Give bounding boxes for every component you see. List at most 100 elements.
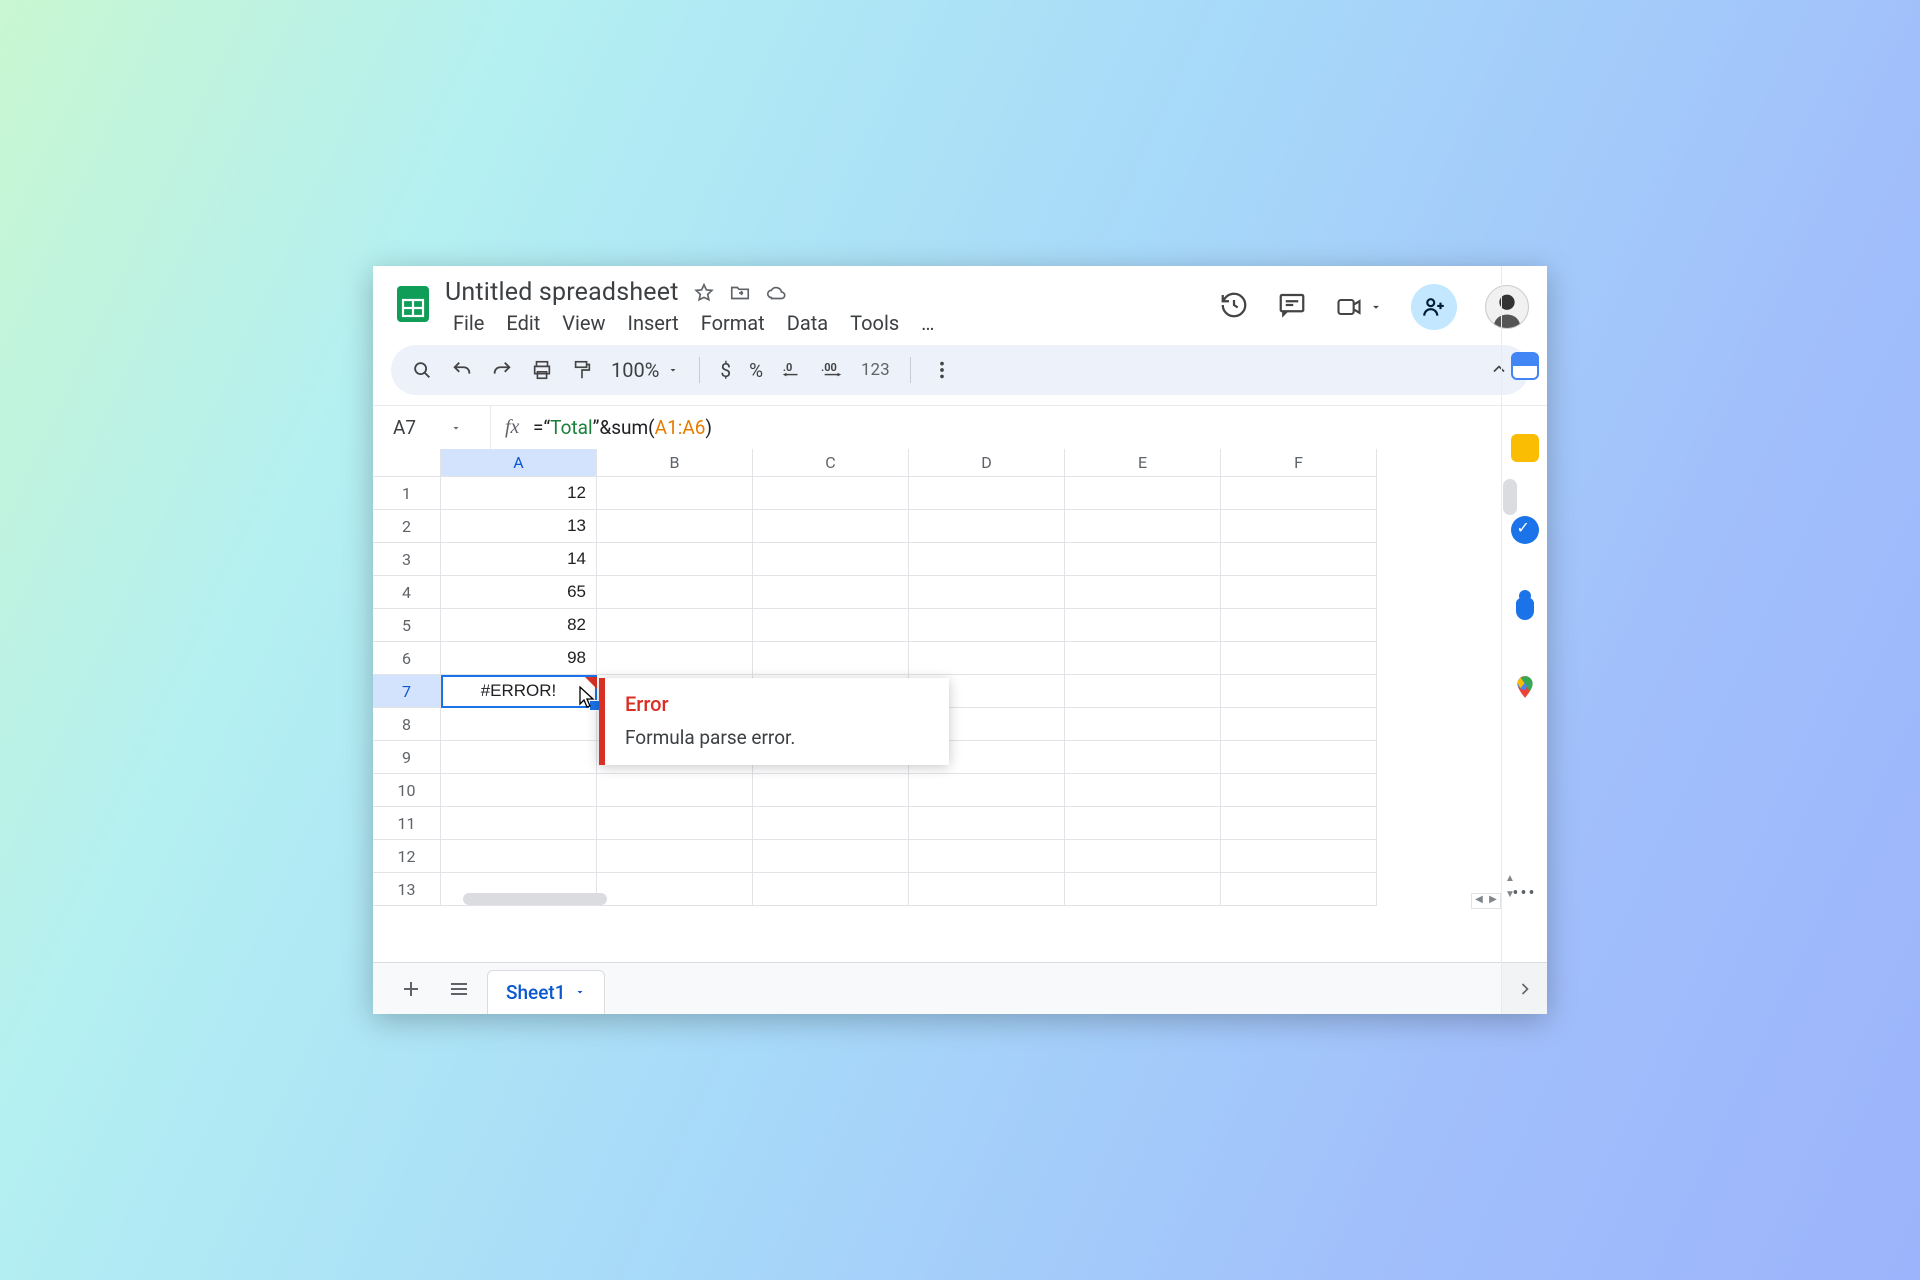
row-header[interactable]: 10 (373, 774, 441, 807)
menu-format[interactable]: Format (693, 309, 773, 337)
cell[interactable] (1065, 840, 1221, 873)
cell[interactable] (909, 477, 1065, 510)
cell[interactable] (753, 576, 909, 609)
document-title[interactable]: Untitled spreadsheet (445, 278, 679, 307)
menu-insert[interactable]: Insert (620, 309, 687, 337)
star-icon[interactable] (693, 282, 715, 304)
cell[interactable] (1221, 477, 1377, 510)
cell[interactable] (909, 807, 1065, 840)
row-header[interactable]: 1 (373, 477, 441, 510)
cell[interactable] (597, 543, 753, 576)
cell[interactable] (441, 774, 597, 807)
cloud-status-icon[interactable] (765, 282, 787, 304)
print-icon[interactable] (531, 359, 553, 381)
comments-button[interactable] (1277, 290, 1307, 324)
cell[interactable] (1221, 807, 1377, 840)
column-headers[interactable]: ABCDEF (441, 449, 1501, 477)
cell[interactable] (909, 774, 1065, 807)
cell[interactable] (753, 840, 909, 873)
maps-icon[interactable] (1512, 674, 1538, 704)
menu-edit[interactable]: Edit (498, 309, 548, 337)
cell[interactable] (909, 576, 1065, 609)
cell[interactable] (1221, 642, 1377, 675)
cell[interactable] (597, 873, 753, 906)
column-header[interactable]: E (1065, 449, 1221, 477)
column-header[interactable]: D (909, 449, 1065, 477)
sheet-tab-active[interactable]: Sheet1 (487, 970, 605, 1014)
horizontal-scrollbar[interactable] (463, 893, 607, 905)
currency-button[interactable]: $ (720, 359, 731, 382)
cell[interactable] (597, 807, 753, 840)
cell[interactable] (1065, 807, 1221, 840)
cell[interactable] (597, 609, 753, 642)
cell[interactable] (909, 543, 1065, 576)
keep-icon[interactable] (1511, 434, 1539, 462)
decrease-decimal-icon[interactable]: .0 (781, 359, 803, 381)
menu-tools[interactable]: Tools (842, 309, 907, 337)
cell[interactable] (1065, 477, 1221, 510)
cell[interactable] (1221, 708, 1377, 741)
cell[interactable] (1065, 510, 1221, 543)
search-icon[interactable] (411, 359, 433, 381)
increase-decimal-icon[interactable]: .00 (821, 359, 843, 381)
horizontal-scroll-buttons[interactable]: ◀▶ (1471, 893, 1501, 909)
cell[interactable]: 13 (441, 510, 597, 543)
menu-more[interactable]: … (913, 309, 942, 337)
cell[interactable] (753, 510, 909, 543)
column-header[interactable]: F (1221, 449, 1377, 477)
row-header[interactable]: 6 (373, 642, 441, 675)
move-folder-icon[interactable] (729, 282, 751, 304)
cell[interactable] (909, 510, 1065, 543)
cell[interactable] (441, 708, 597, 741)
contacts-icon[interactable] (1516, 598, 1534, 620)
row-header[interactable]: 3 (373, 543, 441, 576)
share-button[interactable] (1411, 284, 1457, 330)
cell[interactable] (597, 774, 753, 807)
cell[interactable]: 98 (441, 642, 597, 675)
formula-input[interactable]: =“Total”&sum(A1:A6) (533, 416, 712, 439)
menu-data[interactable]: Data (779, 309, 836, 337)
more-toolbar-icon[interactable] (931, 359, 953, 381)
cell[interactable]: 12 (441, 477, 597, 510)
column-header[interactable]: A (441, 449, 597, 477)
cell[interactable] (909, 873, 1065, 906)
cell[interactable]: 82 (441, 609, 597, 642)
menu-view[interactable]: View (554, 309, 613, 337)
undo-icon[interactable] (451, 359, 473, 381)
side-panel-more-icon[interactable]: ••• (1512, 883, 1536, 904)
select-all-corner[interactable] (373, 449, 441, 477)
cell[interactable] (1065, 873, 1221, 906)
cell[interactable] (909, 840, 1065, 873)
cell[interactable] (1221, 510, 1377, 543)
cell[interactable] (1221, 609, 1377, 642)
cell[interactable] (597, 576, 753, 609)
cell[interactable] (1221, 675, 1377, 708)
row-header[interactable]: 13 (373, 873, 441, 906)
row-header[interactable]: 5 (373, 609, 441, 642)
cell[interactable]: 14 (441, 543, 597, 576)
cell[interactable] (1065, 708, 1221, 741)
meet-button[interactable] (1335, 293, 1383, 321)
cell[interactable] (441, 807, 597, 840)
cell[interactable] (1221, 576, 1377, 609)
calendar-icon[interactable] (1511, 352, 1539, 380)
spreadsheet-grid[interactable]: ABCDEF 1122133144655826987#ERROR!8910111… (373, 449, 1547, 929)
cell[interactable] (1221, 774, 1377, 807)
cell[interactable] (597, 477, 753, 510)
redo-icon[interactable] (491, 359, 513, 381)
cell[interactable] (1221, 543, 1377, 576)
column-header[interactable]: B (597, 449, 753, 477)
row-header[interactable]: 4 (373, 576, 441, 609)
history-button[interactable] (1219, 290, 1249, 324)
cell[interactable] (753, 873, 909, 906)
add-sheet-button[interactable] (391, 969, 431, 1009)
cell[interactable] (597, 642, 753, 675)
cell[interactable] (1065, 741, 1221, 774)
cell[interactable] (1065, 774, 1221, 807)
number-format-button[interactable]: 123 (861, 360, 890, 380)
cell[interactable] (753, 477, 909, 510)
cell[interactable] (597, 840, 753, 873)
row-header[interactable]: 8 (373, 708, 441, 741)
cell[interactable] (753, 807, 909, 840)
column-header[interactable]: C (753, 449, 909, 477)
